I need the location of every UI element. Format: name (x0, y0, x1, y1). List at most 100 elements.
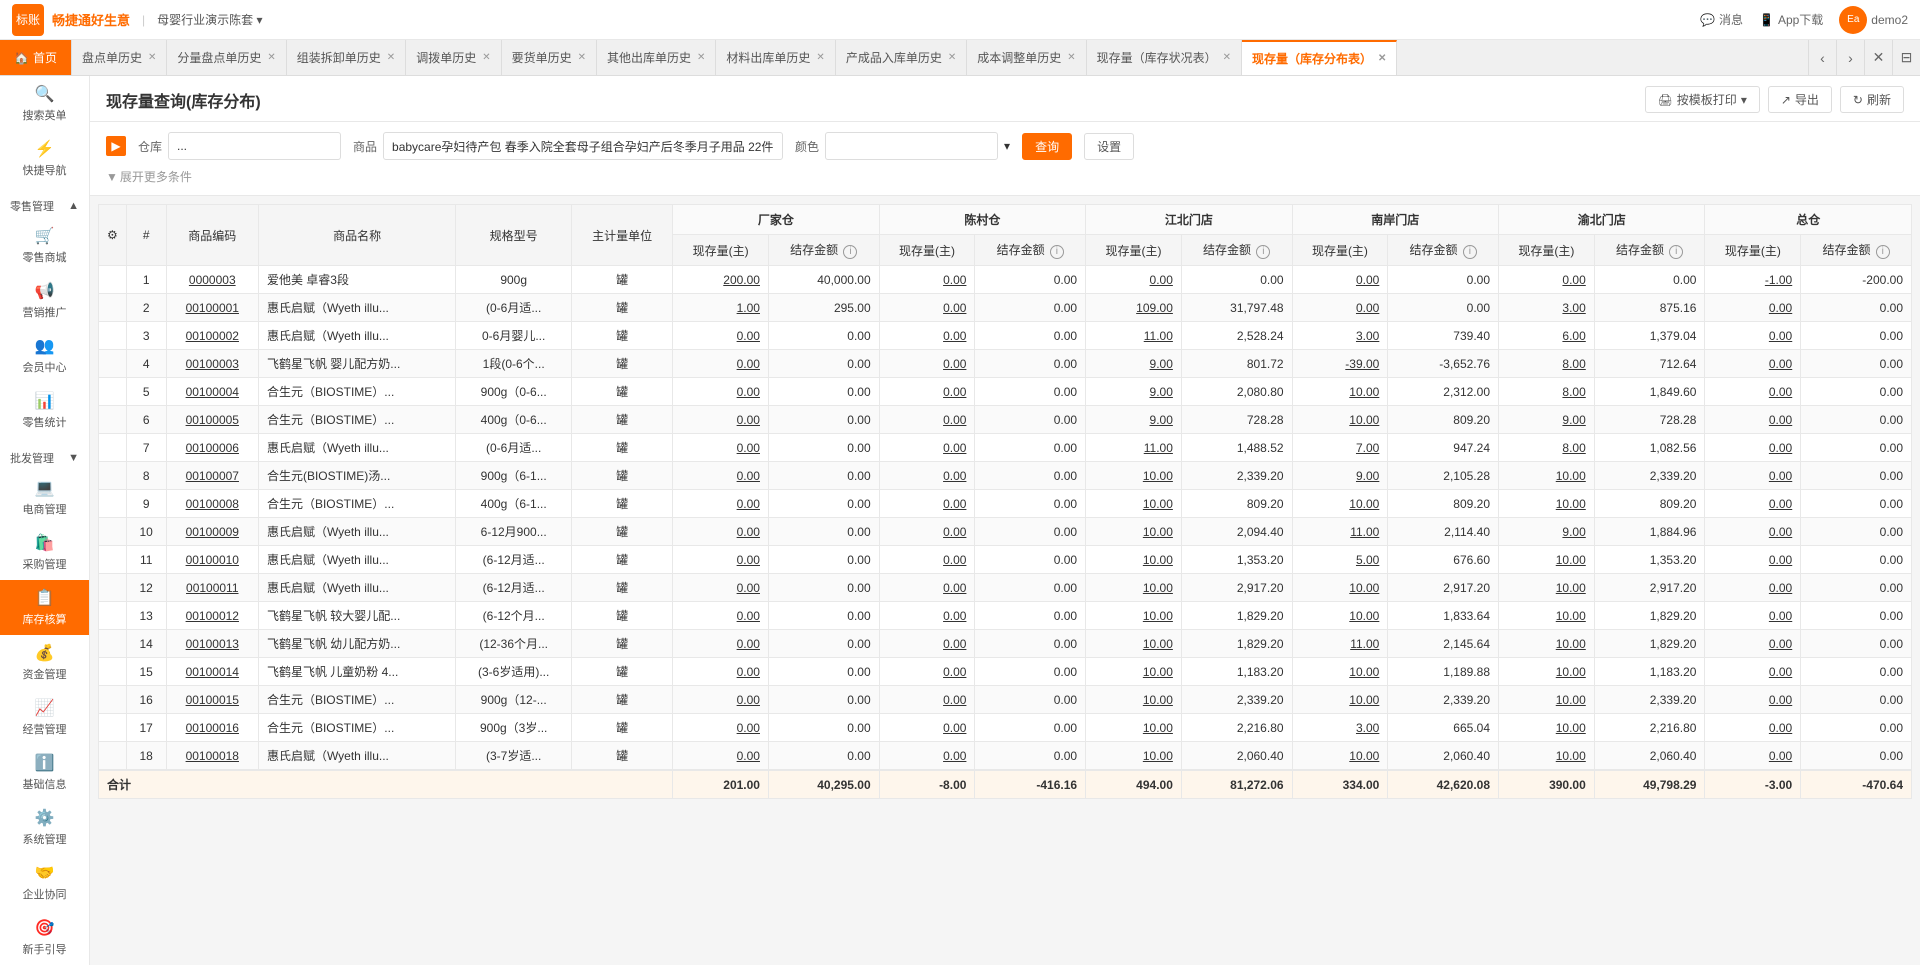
row-total-stock[interactable]: 0.00 (1705, 714, 1801, 742)
row-chenshi-stock[interactable]: 0.00 (879, 602, 975, 630)
row-factory-stock[interactable]: 200.00 (673, 266, 769, 294)
message-btn[interactable]: 💬 消息 (1700, 11, 1743, 28)
row-nanan-stock[interactable]: 5.00 (1292, 546, 1388, 574)
row-yuebei-stock[interactable]: 10.00 (1499, 462, 1595, 490)
row-yuebei-stock[interactable]: 9.00 (1499, 406, 1595, 434)
row-jiangbei-stock[interactable]: 10.00 (1086, 546, 1182, 574)
row-yuebei-stock[interactable]: 0.00 (1499, 266, 1595, 294)
row-total-stock[interactable]: 0.00 (1705, 686, 1801, 714)
sidebar-item-retail-mgmt[interactable]: 零售管理▲ (0, 190, 89, 218)
row-total-stock[interactable]: 0.00 (1705, 350, 1801, 378)
row-factory-stock[interactable]: 0.00 (673, 546, 769, 574)
row-yuebei-stock[interactable]: 10.00 (1499, 686, 1595, 714)
row-code[interactable]: 00100004 (166, 378, 258, 406)
row-nanan-stock[interactable]: 7.00 (1292, 434, 1388, 462)
row-chenshi-stock[interactable]: 0.00 (879, 574, 975, 602)
tab-transfer[interactable]: 调拨单历史 ✕ (406, 40, 501, 76)
sidebar-item-guide[interactable]: 🎯 新手引导 (0, 910, 89, 965)
info-icon[interactable]: i (1463, 245, 1477, 259)
row-factory-stock[interactable]: 0.00 (673, 602, 769, 630)
row-code[interactable]: 00100001 (166, 294, 258, 322)
row-total-stock[interactable]: 0.00 (1705, 602, 1801, 630)
row-yuebei-stock[interactable]: 10.00 (1499, 546, 1595, 574)
row-chenshi-stock[interactable]: 0.00 (879, 462, 975, 490)
sidebar-item-inventory[interactable]: 📋 库存核算 (0, 580, 89, 635)
close-icon[interactable]: ✕ (482, 52, 490, 63)
tab-material-out[interactable]: 材料出库单历史 ✕ (716, 40, 835, 76)
row-code[interactable]: 00100003 (166, 350, 258, 378)
row-chenshi-stock[interactable]: 0.00 (879, 378, 975, 406)
row-jiangbei-stock[interactable]: 10.00 (1086, 602, 1182, 630)
row-jiangbei-stock[interactable]: 10.00 (1086, 714, 1182, 742)
row-code[interactable]: 0000003 (166, 266, 258, 294)
row-code[interactable]: 00100012 (166, 602, 258, 630)
row-factory-stock[interactable]: 0.00 (673, 714, 769, 742)
row-total-stock[interactable]: 0.00 (1705, 658, 1801, 686)
row-factory-stock[interactable]: 0.00 (673, 686, 769, 714)
row-yuebei-stock[interactable]: 8.00 (1499, 378, 1595, 406)
color-input[interactable] (825, 132, 998, 160)
row-factory-stock[interactable]: 0.00 (673, 350, 769, 378)
sidebar-item-search[interactable]: 🔍 搜索英单 (0, 76, 89, 131)
row-nanan-stock[interactable]: 3.00 (1292, 322, 1388, 350)
row-code[interactable]: 00100010 (166, 546, 258, 574)
row-yuebei-stock[interactable]: 10.00 (1499, 490, 1595, 518)
row-code[interactable]: 00100007 (166, 462, 258, 490)
tab-finished-in[interactable]: 产成品入库单历史 ✕ (836, 40, 967, 76)
row-yuebei-stock[interactable]: 9.00 (1499, 518, 1595, 546)
close-icon[interactable]: ✕ (697, 52, 705, 63)
sidebar-item-finance[interactable]: 💰 资金管理 (0, 635, 89, 690)
row-total-stock[interactable]: 0.00 (1705, 378, 1801, 406)
sidebar-item-marketing[interactable]: 📢 营销推广 (0, 273, 89, 328)
row-chenshi-stock[interactable]: 0.00 (879, 686, 975, 714)
row-code[interactable]: 00100006 (166, 434, 258, 462)
sidebar-item-quicknav[interactable]: ⚡ 快捷导航 (0, 131, 89, 186)
row-yuebei-stock[interactable]: 10.00 (1499, 742, 1595, 771)
row-yuebei-stock[interactable]: 6.00 (1499, 322, 1595, 350)
row-jiangbei-stock[interactable]: 10.00 (1086, 686, 1182, 714)
row-nanan-stock[interactable]: 10.00 (1292, 658, 1388, 686)
row-total-stock[interactable]: 0.00 (1705, 630, 1801, 658)
row-chenshi-stock[interactable]: 0.00 (879, 714, 975, 742)
sidebar-item-members[interactable]: 👥 会员中心 (0, 328, 89, 383)
row-yuebei-stock[interactable]: 10.00 (1499, 714, 1595, 742)
row-jiangbei-stock[interactable]: 10.00 (1086, 462, 1182, 490)
row-jiangbei-stock[interactable]: 9.00 (1086, 350, 1182, 378)
row-chenshi-stock[interactable]: 0.00 (879, 742, 975, 771)
close-icon[interactable]: ✕ (948, 52, 956, 63)
info-icon[interactable]: i (1876, 245, 1890, 259)
row-factory-stock[interactable]: 0.00 (673, 490, 769, 518)
row-jiangbei-stock[interactable]: 11.00 (1086, 322, 1182, 350)
row-jiangbei-stock[interactable]: 9.00 (1086, 378, 1182, 406)
sidebar-item-retail-mall[interactable]: 🛒 零售商城 (0, 218, 89, 273)
row-nanan-stock[interactable]: 10.00 (1292, 574, 1388, 602)
row-factory-stock[interactable]: 0.00 (673, 462, 769, 490)
row-factory-stock[interactable]: 0.00 (673, 378, 769, 406)
row-yuebei-stock[interactable]: 10.00 (1499, 630, 1595, 658)
row-jiangbei-stock[interactable]: 10.00 (1086, 658, 1182, 686)
row-yuebei-stock[interactable]: 3.00 (1499, 294, 1595, 322)
tab-cost-adjust[interactable]: 成本调整单历史 ✕ (967, 40, 1086, 76)
row-chenshi-stock[interactable]: 0.00 (879, 630, 975, 658)
close-icon[interactable]: ✕ (148, 52, 156, 63)
row-chenshi-stock[interactable]: 0.00 (879, 350, 975, 378)
color-dropdown-icon[interactable]: ▾ (1004, 139, 1010, 153)
sidebar-item-purchase[interactable]: 🛍️ 采购管理 (0, 525, 89, 580)
sidebar-item-system[interactable]: ⚙️ 系统管理 (0, 800, 89, 855)
row-nanan-stock[interactable]: 10.00 (1292, 406, 1388, 434)
row-total-stock[interactable]: 0.00 (1705, 574, 1801, 602)
row-yuebei-stock[interactable]: 10.00 (1499, 574, 1595, 602)
row-jiangbei-stock[interactable]: 10.00 (1086, 574, 1182, 602)
row-code[interactable]: 00100013 (166, 630, 258, 658)
row-code[interactable]: 00100005 (166, 406, 258, 434)
settings-col-header[interactable]: ⚙ (99, 205, 127, 266)
tab-quantity-check[interactable]: 分量盘点单历史 ✕ (167, 40, 286, 76)
close-icon[interactable]: ✕ (1223, 52, 1231, 63)
close-icon[interactable]: ✕ (387, 52, 395, 63)
row-total-stock[interactable]: 0.00 (1705, 406, 1801, 434)
row-chenshi-stock[interactable]: 0.00 (879, 406, 975, 434)
row-code[interactable]: 00100002 (166, 322, 258, 350)
row-factory-stock[interactable]: 0.00 (673, 518, 769, 546)
row-factory-stock[interactable]: 0.00 (673, 322, 769, 350)
sidebar-item-wholesale[interactable]: 批发管理▼ (0, 442, 89, 470)
